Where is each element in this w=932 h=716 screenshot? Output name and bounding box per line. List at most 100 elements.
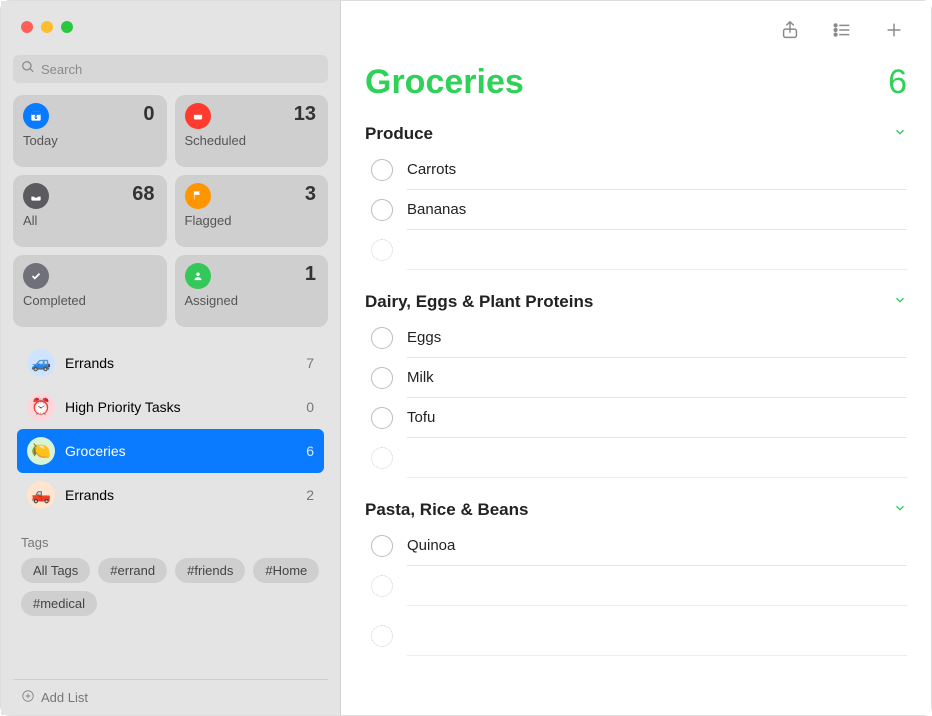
svg-text:6: 6 bbox=[35, 115, 38, 121]
search-icon bbox=[21, 60, 41, 79]
fullscreen-window-button[interactable] bbox=[61, 21, 73, 33]
checkmark-icon bbox=[23, 263, 49, 289]
completion-circle-placeholder bbox=[371, 575, 393, 597]
completion-circle-placeholder bbox=[371, 239, 393, 261]
list-name: Groceries bbox=[65, 443, 306, 459]
calendar-today-icon: 6 bbox=[23, 103, 49, 129]
toolbar bbox=[775, 15, 909, 48]
section-title: Produce bbox=[365, 124, 433, 144]
minimize-window-button[interactable] bbox=[41, 21, 53, 33]
tag-medical[interactable]: #medical bbox=[21, 591, 97, 616]
smart-list-label: Today bbox=[23, 133, 155, 148]
chevron-down-icon bbox=[893, 500, 907, 520]
tag-all[interactable]: All Tags bbox=[21, 558, 90, 583]
reminder-item[interactable]: Bananas bbox=[365, 190, 907, 230]
smart-list-count: 3 bbox=[305, 183, 316, 206]
list-item-errands[interactable]: 🚙 Errands 7 bbox=[17, 341, 324, 385]
main-content: Groceries 6 Produce Carrots Bananas bbox=[341, 1, 931, 715]
list-title: Groceries bbox=[365, 63, 888, 102]
smart-list-count: 68 bbox=[132, 183, 154, 206]
smart-list-label: Flagged bbox=[185, 213, 317, 228]
window-controls bbox=[21, 21, 73, 33]
smart-list-label: All bbox=[23, 213, 155, 228]
search-field[interactable] bbox=[13, 55, 328, 83]
list-count: 7 bbox=[306, 355, 314, 371]
add-list-label: Add List bbox=[41, 690, 88, 705]
smart-list-flagged[interactable]: 3 Flagged bbox=[175, 175, 329, 247]
reminder-title: Milk bbox=[407, 369, 434, 386]
share-button[interactable] bbox=[775, 15, 805, 48]
list-name: High Priority Tasks bbox=[65, 399, 306, 415]
completion-circle[interactable] bbox=[371, 327, 393, 349]
share-icon bbox=[779, 29, 801, 44]
section-title: Pasta, Rice & Beans bbox=[365, 500, 528, 520]
reminder-item[interactable]: Eggs bbox=[365, 318, 907, 358]
list-icon: 🚙 bbox=[27, 349, 55, 377]
list-count: 0 bbox=[306, 399, 314, 415]
section-header[interactable]: Pasta, Rice & Beans bbox=[365, 500, 907, 526]
tray-icon bbox=[23, 183, 49, 209]
smart-list-completed[interactable]: Completed bbox=[13, 255, 167, 327]
list-item-groceries[interactable]: 🍋 Groceries 6 bbox=[17, 429, 324, 473]
tag-errand[interactable]: #errand bbox=[98, 558, 167, 583]
my-lists: 🚙 Errands 7 ⏰ High Priority Tasks 0 🍋 Gr… bbox=[13, 341, 328, 517]
list-item-errands-2[interactable]: 🛻 Errands 2 bbox=[17, 473, 324, 517]
smart-list-count: 1 bbox=[305, 263, 316, 286]
completion-circle-placeholder bbox=[371, 447, 393, 469]
reminder-item[interactable]: Tofu bbox=[365, 398, 907, 438]
reminder-title: Bananas bbox=[407, 201, 466, 218]
chevron-down-icon bbox=[893, 292, 907, 312]
tags-header: Tags bbox=[21, 535, 320, 550]
plus-icon bbox=[883, 29, 905, 44]
list-item-high-priority[interactable]: ⏰ High Priority Tasks 0 bbox=[17, 385, 324, 429]
tags-section: Tags All Tags #errand #friends #Home #me… bbox=[13, 535, 328, 616]
completion-circle[interactable] bbox=[371, 535, 393, 557]
section-header[interactable]: Produce bbox=[365, 124, 907, 150]
list-name: Errands bbox=[65, 355, 306, 371]
list-count: 2 bbox=[306, 487, 314, 503]
tag-friends[interactable]: #friends bbox=[175, 558, 245, 583]
reminder-title: Eggs bbox=[407, 329, 441, 346]
new-reminder-placeholder[interactable] bbox=[365, 230, 907, 270]
reminder-item[interactable]: Carrots bbox=[365, 150, 907, 190]
smart-list-assigned[interactable]: 1 Assigned bbox=[175, 255, 329, 327]
flag-icon bbox=[185, 183, 211, 209]
reminder-title: Carrots bbox=[407, 161, 456, 178]
search-input[interactable] bbox=[41, 62, 320, 77]
smart-list-today[interactable]: 6 0 Today bbox=[13, 95, 167, 167]
plus-circle-icon bbox=[21, 689, 35, 706]
list-count: 6 bbox=[306, 443, 314, 459]
new-reminder-placeholder[interactable] bbox=[365, 438, 907, 478]
smart-list-label: Assigned bbox=[185, 293, 317, 308]
reminder-item[interactable]: Quinoa bbox=[365, 526, 907, 566]
smart-list-all[interactable]: 68 All bbox=[13, 175, 167, 247]
completion-circle[interactable] bbox=[371, 199, 393, 221]
add-reminder-button[interactable] bbox=[879, 15, 909, 48]
completion-circle[interactable] bbox=[371, 367, 393, 389]
new-reminder-row[interactable] bbox=[365, 616, 907, 656]
list-icon: ⏰ bbox=[27, 393, 55, 421]
new-reminder-placeholder[interactable] bbox=[365, 566, 907, 606]
reminder-item[interactable]: Milk bbox=[365, 358, 907, 398]
list-total-count: 6 bbox=[888, 63, 907, 102]
list-name: Errands bbox=[65, 487, 306, 503]
completion-circle-placeholder bbox=[371, 625, 393, 647]
tag-home[interactable]: #Home bbox=[253, 558, 319, 583]
smart-list-label: Scheduled bbox=[185, 133, 317, 148]
reminder-title: Quinoa bbox=[407, 537, 455, 554]
close-window-button[interactable] bbox=[21, 21, 33, 33]
section-header[interactable]: Dairy, Eggs & Plant Proteins bbox=[365, 292, 907, 318]
smart-lists-grid: 6 0 Today 13 Scheduled 68 All bbox=[13, 95, 328, 327]
completion-circle[interactable] bbox=[371, 407, 393, 429]
list-header: Groceries 6 bbox=[365, 63, 907, 102]
smart-list-label: Completed bbox=[23, 293, 155, 308]
section-dairy: Dairy, Eggs & Plant Proteins Eggs Milk T… bbox=[365, 292, 907, 478]
smart-list-count: 0 bbox=[143, 103, 154, 126]
add-list-button[interactable]: Add List bbox=[13, 679, 328, 715]
section-produce: Produce Carrots Bananas bbox=[365, 124, 907, 270]
view-options-button[interactable] bbox=[827, 15, 857, 48]
smart-list-scheduled[interactable]: 13 Scheduled bbox=[175, 95, 329, 167]
completion-circle[interactable] bbox=[371, 159, 393, 181]
list-bullet-icon bbox=[831, 29, 853, 44]
list-icon: 🍋 bbox=[27, 437, 55, 465]
